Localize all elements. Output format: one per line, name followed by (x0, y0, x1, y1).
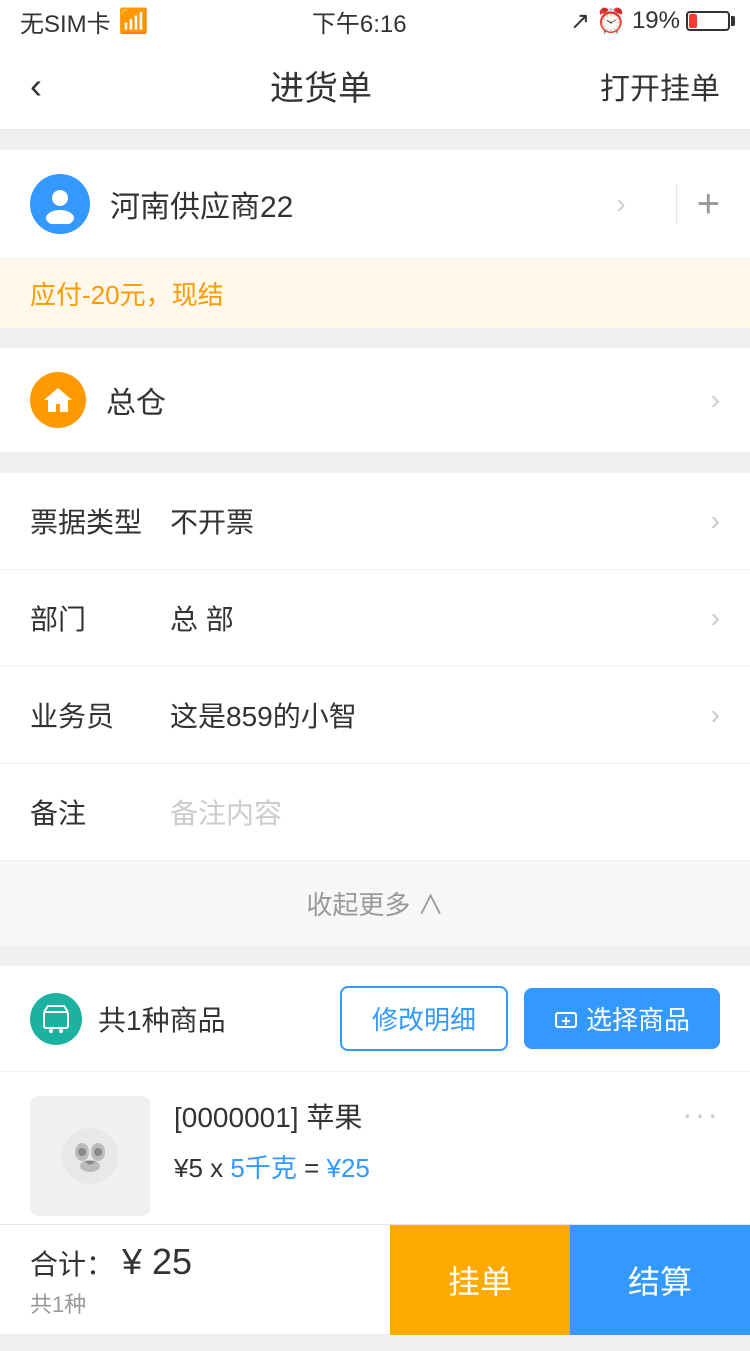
product-thumbnail (30, 1096, 150, 1216)
products-count-label: 共1种商品 (98, 999, 340, 1039)
select-product-label: 选择商品 (586, 1000, 690, 1037)
salesperson-arrow-icon: › (711, 699, 720, 731)
supplier-avatar (30, 174, 90, 234)
total-label: 合计： (30, 1243, 114, 1283)
open-hold-button[interactable]: 打开挂单 (600, 64, 720, 108)
products-header: 共1种商品 修改明细 选择商品 (0, 966, 750, 1072)
product-thumb-icon (60, 1126, 120, 1186)
nav-bar: ‹ 进货单 打开挂单 (0, 42, 750, 130)
battery-percent: 19% (632, 7, 680, 35)
warehouse-arrow-icon: › (711, 384, 720, 416)
add-product-icon (554, 1007, 578, 1031)
home-icon (42, 384, 74, 416)
department-row[interactable]: 部门 总 部 › (0, 570, 750, 667)
department-arrow-icon: › (711, 602, 720, 634)
supplier-row[interactable]: 河南供应商22 › + (0, 150, 750, 259)
wifi-icon: 📶 (119, 7, 149, 36)
status-time: 下午6:16 (312, 4, 407, 39)
form-section: 票据类型 不开票 › 部门 总 部 › 业务员 这是859的小智 › 备注 备注… (0, 473, 750, 861)
warehouse-section: 总仓 › (0, 348, 750, 453)
section-gap-4 (0, 946, 750, 966)
section-gap-3 (0, 453, 750, 473)
hold-order-button[interactable]: 挂单 (390, 1225, 570, 1335)
products-section: 共1种商品 修改明细 选择商品 (0, 966, 750, 1241)
product-price: ¥5 x 5千克 = ¥25 (174, 1148, 658, 1185)
footer: 合计： ¥ 25 共1种 挂单 结算 (0, 1224, 750, 1334)
invoice-value: 不开票 (170, 501, 711, 541)
notice-bar: 应付-20元，现结 (0, 259, 750, 328)
remark-label: 备注 (30, 792, 170, 832)
collapse-button[interactable]: 收起更多 ∧ (0, 861, 750, 946)
price-value: ¥5 (174, 1153, 203, 1183)
supplier-name: 河南供应商22 (110, 182, 616, 226)
warehouse-row[interactable]: 总仓 › (0, 348, 750, 453)
product-info: [0000001] 苹果 ¥5 x 5千克 = ¥25 (174, 1096, 658, 1185)
back-button[interactable]: ‹ (30, 65, 42, 107)
warehouse-icon (30, 372, 86, 428)
carrier-label: 无SIM卡 (20, 4, 111, 39)
product-item: [0000001] 苹果 ¥5 x 5千克 = ¥25 ··· (0, 1072, 750, 1241)
product-title: 苹果 (306, 1102, 362, 1133)
add-supplier-button[interactable]: + (697, 182, 720, 227)
edit-detail-button[interactable]: 修改明细 (340, 986, 508, 1051)
equals-sign: = (304, 1153, 326, 1183)
alarm-icon: ⏰ (596, 7, 626, 36)
divider (676, 184, 677, 224)
status-left: 无SIM卡 📶 (20, 4, 149, 39)
department-label: 部门 (30, 598, 170, 638)
products-icon (30, 993, 82, 1045)
status-right: ↗ ⏰ 19% (570, 7, 730, 36)
status-bar: 无SIM卡 📶 下午6:16 ↗ ⏰ 19% (0, 0, 750, 42)
price-separator: x (210, 1153, 230, 1183)
supplier-arrow-icon: › (616, 188, 625, 220)
supplier-section: 河南供应商22 › + 应付-20元，现结 (0, 150, 750, 328)
checkout-button[interactable]: 结算 (570, 1225, 750, 1335)
cart-icon (41, 1004, 71, 1034)
section-gap-2 (0, 328, 750, 348)
location-icon: ↗ (570, 7, 590, 36)
department-value: 总 部 (170, 598, 711, 638)
footer-total: 合计： ¥ 25 共1种 (0, 1241, 390, 1319)
remark-row[interactable]: 备注 备注内容 (0, 764, 750, 861)
invoice-row[interactable]: 票据类型 不开票 › (0, 473, 750, 570)
user-icon (40, 184, 80, 224)
product-code: [0000001] (174, 1102, 299, 1133)
salesperson-row[interactable]: 业务员 这是859的小智 › (0, 667, 750, 764)
total-amount: ¥ 25 (122, 1241, 192, 1283)
product-more-button[interactable]: ··· (682, 1096, 720, 1133)
select-product-button[interactable]: 选择商品 (524, 988, 720, 1049)
total-count: 共1种 (30, 1287, 360, 1319)
remark-input[interactable]: 备注内容 (170, 792, 720, 832)
product-qty: 5千克 (230, 1153, 296, 1183)
product-name: [0000001] 苹果 (174, 1096, 658, 1136)
warehouse-name: 总仓 (106, 378, 711, 422)
salesperson-value: 这是859的小智 (170, 695, 711, 735)
section-gap-1 (0, 130, 750, 150)
total-label-row: 合计： ¥ 25 (30, 1241, 360, 1283)
invoice-label: 票据类型 (30, 501, 170, 541)
salesperson-label: 业务员 (30, 695, 170, 735)
battery-icon (686, 11, 730, 31)
invoice-arrow-icon: › (711, 505, 720, 537)
product-total: ¥25 (327, 1153, 370, 1183)
page-title: 进货单 (270, 61, 372, 110)
